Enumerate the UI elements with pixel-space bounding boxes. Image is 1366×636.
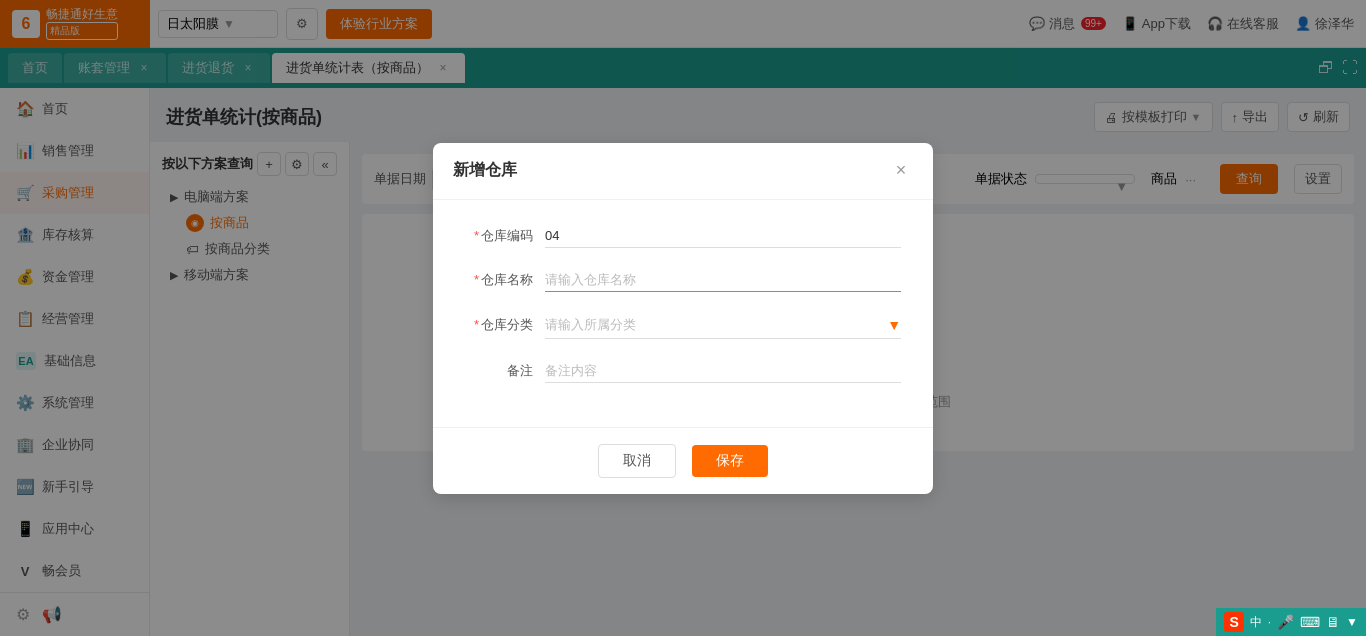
category-placeholder: 请输入所属分类 bbox=[545, 316, 887, 334]
note-input[interactable] bbox=[545, 359, 901, 383]
name-label: *仓库名称 bbox=[465, 271, 545, 289]
category-select[interactable]: 请输入所属分类 ▼ bbox=[545, 312, 901, 339]
category-dropdown-icon: ▼ bbox=[887, 317, 901, 333]
modal-overlay: 新增仓库 × *仓库编码 *仓库名称 *仓库分类 bbox=[0, 0, 1366, 636]
category-label: *仓库分类 bbox=[465, 316, 545, 334]
form-row-category: *仓库分类 请输入所属分类 ▼ bbox=[465, 312, 901, 339]
category-required-star: * bbox=[474, 317, 479, 332]
modal-close-button[interactable]: × bbox=[889, 159, 913, 183]
name-input[interactable] bbox=[545, 268, 901, 292]
monitor-icon: 🖥 bbox=[1326, 614, 1340, 630]
code-label: *仓库编码 bbox=[465, 227, 545, 245]
note-label: 备注 bbox=[465, 362, 545, 380]
modal-footer: 取消 保存 bbox=[433, 427, 933, 494]
modal-body: *仓库编码 *仓库名称 *仓库分类 请输入所属分类 ▼ bbox=[433, 200, 933, 427]
modal-header: 新增仓库 × bbox=[433, 143, 933, 200]
name-required-star: * bbox=[474, 272, 479, 287]
form-row-note: 备注 bbox=[465, 359, 901, 383]
modal-new-warehouse: 新增仓库 × *仓库编码 *仓库名称 *仓库分类 bbox=[433, 143, 933, 494]
brand-s-icon: S bbox=[1224, 612, 1243, 632]
code-required-star: * bbox=[474, 228, 479, 243]
dot-icon: · bbox=[1268, 615, 1271, 629]
bottom-status-bar: S 中 · 🎤 ⌨ 🖥 ▼ bbox=[1216, 608, 1366, 636]
form-row-name: *仓库名称 bbox=[465, 268, 901, 292]
mic-icon: 🎤 bbox=[1277, 614, 1294, 630]
chinese-label: 中 bbox=[1250, 614, 1262, 631]
code-input[interactable] bbox=[545, 224, 901, 248]
cancel-button[interactable]: 取消 bbox=[598, 444, 676, 478]
save-button[interactable]: 保存 bbox=[692, 445, 768, 477]
expand-icon: ▼ bbox=[1346, 615, 1358, 629]
form-row-code: *仓库编码 bbox=[465, 224, 901, 248]
keyboard-icon: ⌨ bbox=[1300, 614, 1320, 630]
modal-title: 新增仓库 bbox=[453, 160, 517, 181]
